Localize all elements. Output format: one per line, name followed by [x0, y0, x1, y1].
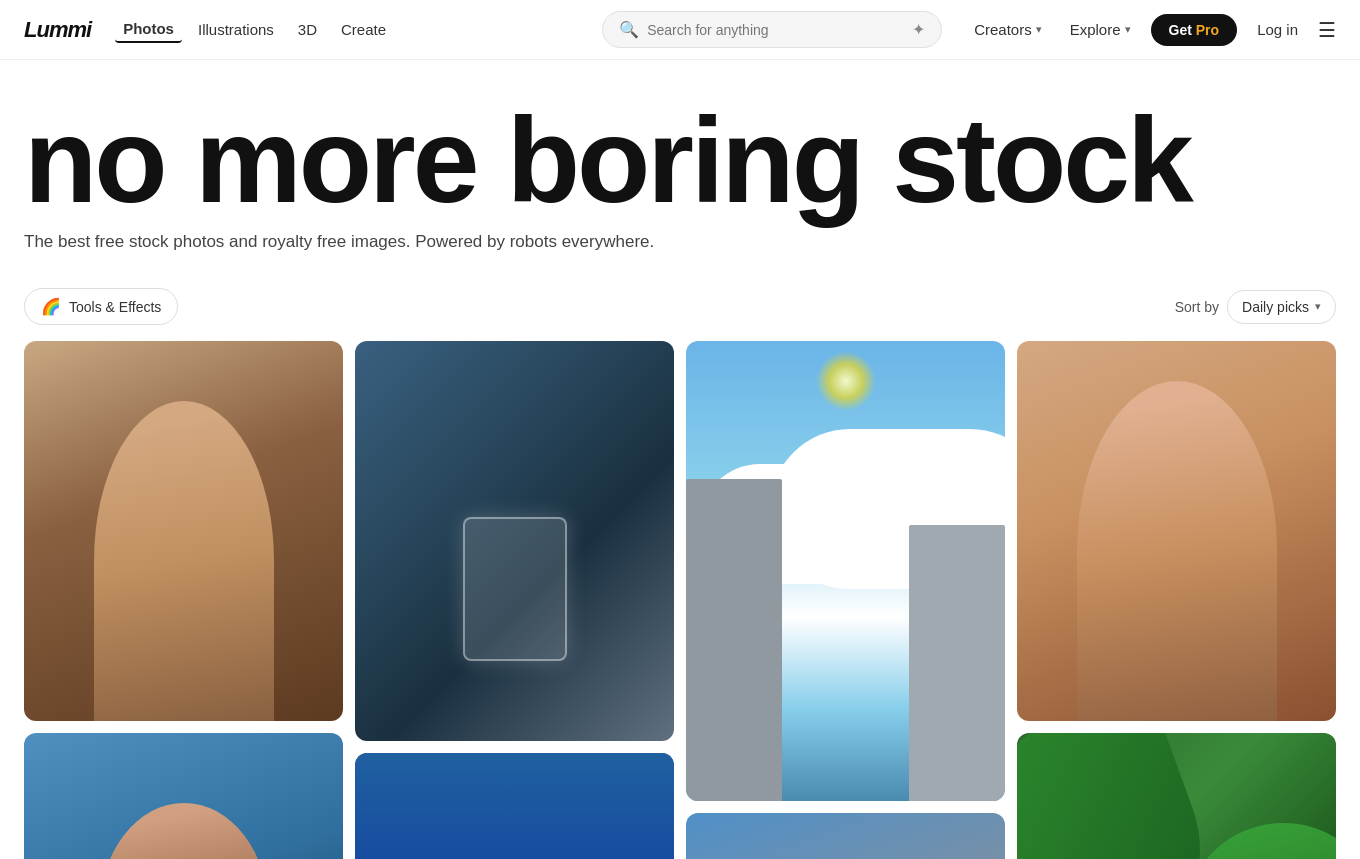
sort-by-label: Sort by: [1175, 299, 1219, 315]
search-input[interactable]: [647, 22, 904, 38]
nav-photos[interactable]: Photos: [115, 16, 182, 43]
ai-icon[interactable]: ✦: [912, 20, 925, 39]
navigation: Lummi Photos Illustrations 3D Create 🔍 ✦…: [0, 0, 1360, 60]
nav-create[interactable]: Create: [333, 17, 394, 42]
search-icon: 🔍: [619, 20, 639, 39]
photo-green-leaves[interactable]: [1017, 733, 1336, 859]
photo-street-low[interactable]: [686, 813, 1005, 859]
photo-column-3: [686, 341, 1005, 859]
sort-value: Daily picks: [1242, 299, 1309, 315]
photo-blue-scene[interactable]: [355, 753, 674, 859]
rainbow-icon: 🌈: [41, 297, 61, 316]
photo-column-4: [1017, 341, 1336, 859]
nav-illustrations[interactable]: Illustrations: [190, 17, 282, 42]
creators-chevron-icon: ▾: [1036, 23, 1042, 36]
photo-woman-portrait-1[interactable]: [1017, 341, 1336, 721]
nav-3d[interactable]: 3D: [290, 17, 325, 42]
explore-label: Explore: [1070, 21, 1121, 38]
nav-right: Creators ▾ Explore ▾ Get Pro Log in ☰: [966, 14, 1336, 46]
explore-menu[interactable]: Explore ▾: [1062, 17, 1139, 42]
sort-chevron-icon: ▾: [1315, 300, 1321, 313]
filter-bar: 🌈 Tools & Effects Sort by Daily picks ▾: [0, 272, 1360, 341]
hero-subtitle: The best free stock photos and royalty f…: [24, 232, 1336, 252]
logo[interactable]: Lummi: [24, 17, 91, 43]
hero-title: no more boring stock: [24, 100, 1336, 220]
photo-sky-buildings[interactable]: [686, 341, 1005, 801]
search-bar[interactable]: 🔍 ✦: [602, 11, 942, 48]
hamburger-icon[interactable]: ☰: [1318, 18, 1336, 42]
photo-man-portrait-1[interactable]: [24, 341, 343, 721]
hero-section: no more boring stock The best free stock…: [0, 60, 1360, 272]
photo-grid: [0, 341, 1360, 859]
get-pro-button[interactable]: Get Pro: [1151, 14, 1238, 46]
sort-select[interactable]: Daily picks ▾: [1227, 290, 1336, 324]
sort-bar: Sort by Daily picks ▾: [1175, 290, 1336, 324]
tools-effects-button[interactable]: 🌈 Tools & Effects: [24, 288, 178, 325]
creators-label: Creators: [974, 21, 1032, 38]
explore-chevron-icon: ▾: [1125, 23, 1131, 36]
tools-effects-label: Tools & Effects: [69, 299, 161, 315]
photo-man-portrait-2[interactable]: [24, 733, 343, 859]
photo-column-2: [355, 341, 674, 859]
creators-menu[interactable]: Creators ▾: [966, 17, 1050, 42]
photo-glass-water[interactable]: [355, 341, 674, 741]
photo-column-1: [24, 341, 343, 859]
login-button[interactable]: Log in: [1249, 17, 1306, 42]
